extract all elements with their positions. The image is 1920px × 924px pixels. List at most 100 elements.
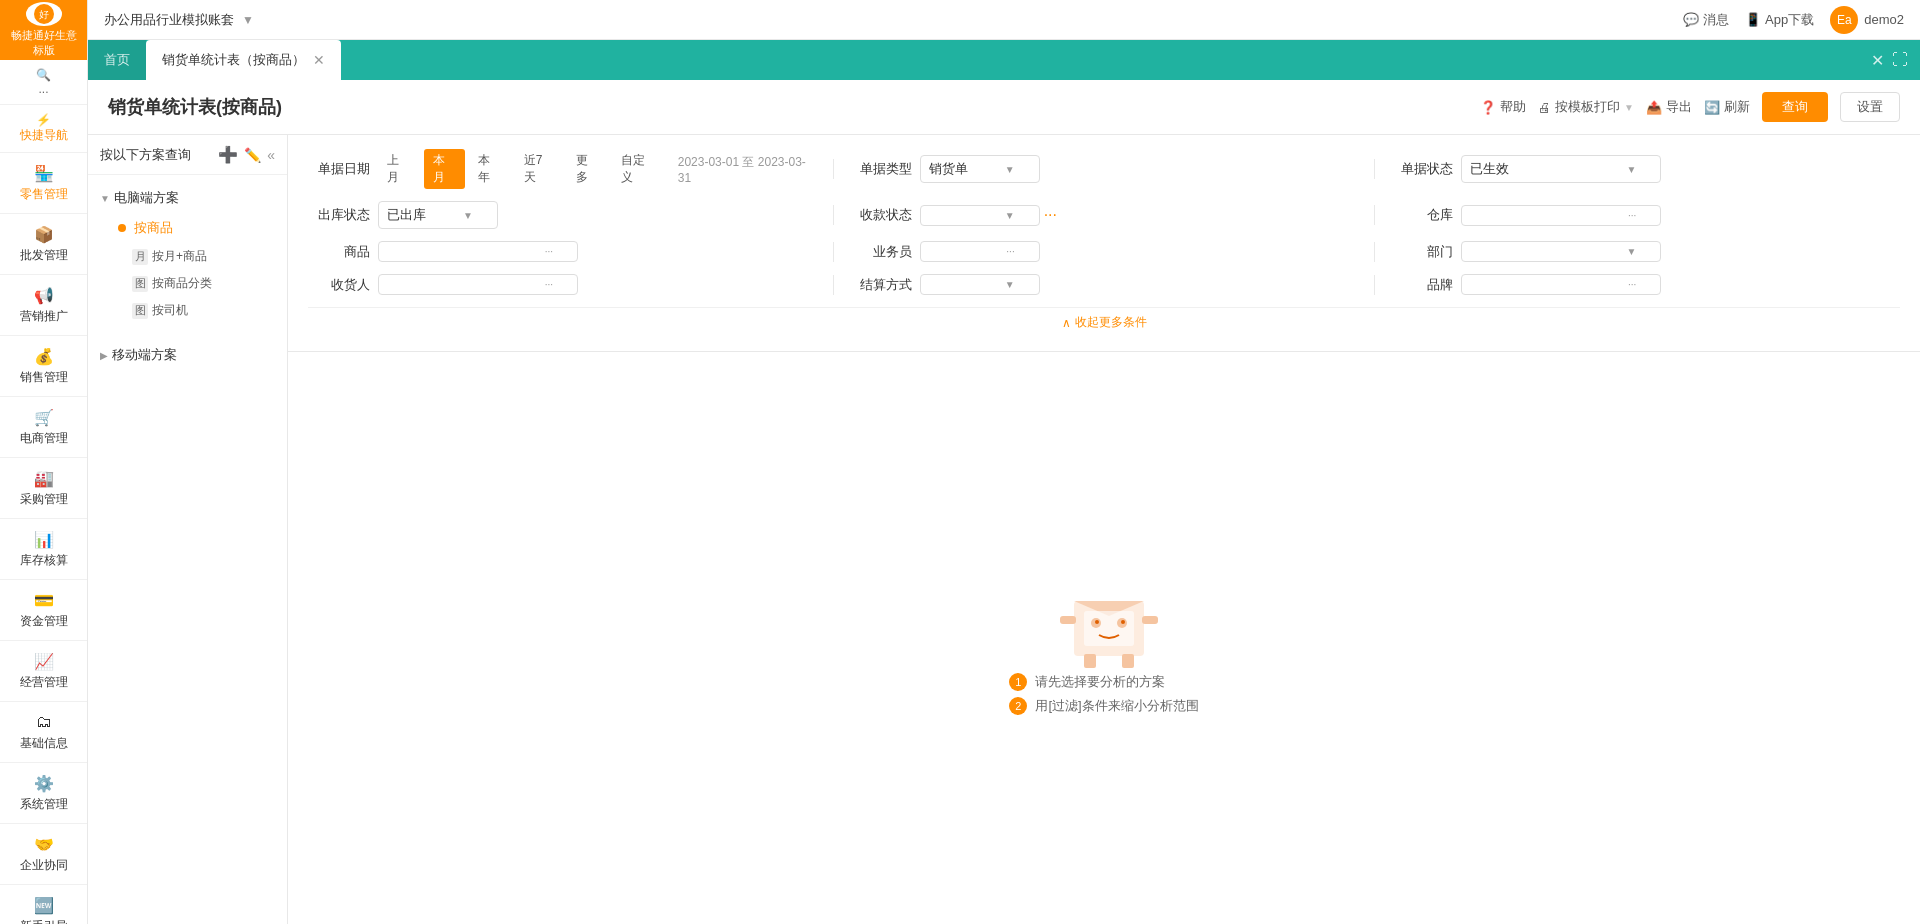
collapse-panel-icon[interactable]: « [267,147,275,163]
step-2-num: 2 [1009,697,1027,715]
sidebar-item-wholesale[interactable]: 📦 批发管理 [0,214,87,275]
docstatus-label: 单据状态 [1391,160,1461,178]
sidebar: 好 畅捷通好生意 标版 🔍 ... ⚡ 快捷导航 🏪 零售管理 📦 批发管理 📢… [0,0,88,924]
filter-settle-group: 结算方式 ▼ [850,274,1359,295]
message-button[interactable]: 💬 消息 [1683,11,1729,29]
chevron-down-icon: ▼ [242,13,254,27]
tree-parent-mobile[interactable]: ▶ 移动端方案 [88,340,287,370]
empty-step-1: 1 请先选择要分析的方案 [1009,673,1198,691]
wholesale-label: 批发管理 [20,247,68,264]
doctype-label: 单据类型 [850,160,920,178]
tree-child-byproduct[interactable]: 按商品 [88,213,287,243]
filter-doctype-group: 单据类型 销货单 ▼ [850,155,1359,183]
tab-home[interactable]: 首页 [88,40,146,80]
sidebar-item-cooperation[interactable]: 🤝 企业协同 [0,824,87,885]
newuser-label: 新手引导 [20,918,68,924]
tree-parent-desktop[interactable]: ▼ 电脑端方案 [88,183,287,213]
app-download-button[interactable]: 📱 App下载 [1745,11,1814,29]
product-label: 商品 [308,243,378,261]
tab-expand-icon[interactable]: ⛶ [1892,51,1908,69]
add-scheme-icon[interactable]: ➕ [218,145,238,164]
marketing-icon: 📢 [34,285,54,305]
tab-bar-actions: ✕ ⛶ [1871,51,1920,70]
filter-divider-7 [833,275,834,295]
filter-divider-1 [833,159,834,179]
sidebar-item-search[interactable]: 🔍 ... [0,60,87,105]
page-header: 销货单统计表(按商品) ❓ 帮助 🖨 按模板打印 ▼ 📤 导出 🔄 刷新 [88,80,1920,135]
payment-dots-icon[interactable]: ··· [1044,206,1057,224]
sidebar-item-marketing[interactable]: 📢 营销推广 [0,275,87,336]
brand-select[interactable]: ··· [1461,274,1661,295]
help-icon: ❓ [1480,100,1496,115]
query-button[interactable]: 查询 [1762,92,1828,122]
sidebar-item-finance[interactable]: 💳 资金管理 [0,580,87,641]
date-tab-thisyear[interactable]: 本年 [469,149,511,189]
dept-select[interactable]: ▼ [1461,241,1661,262]
home-label: 首页 [104,51,130,69]
logo-icon: 好 [26,2,62,26]
date-tab-7days[interactable]: 近7天 [515,149,563,189]
sidebar-item-system[interactable]: ⚙️ 系统管理 [0,763,87,824]
receiver-select[interactable]: ··· [378,274,578,295]
salesman-select[interactable]: ··· [920,241,1040,262]
export-button[interactable]: 📤 导出 [1646,98,1692,116]
doctype-select[interactable]: 销货单 ▼ [920,155,1040,183]
print-button[interactable]: 🖨 按模板打印 ▼ [1538,98,1634,116]
tab-sales-report[interactable]: 销货单统计表（按商品） ✕ [146,40,341,80]
quicknav-icon: ⚡ [5,113,82,127]
settle-control: ▼ [920,274,1359,295]
docstatus-select[interactable]: 已生效 ▼ [1461,155,1661,183]
outstock-select[interactable]: 已出库 ▼ [378,201,498,229]
cooperation-label: 企业协同 [20,857,68,874]
sidebar-item-basics[interactable]: 🗂 基础信息 [0,702,87,763]
help-label: 帮助 [1500,98,1526,116]
user-info[interactable]: Ea demo2 [1830,6,1904,34]
sidebar-item-sales[interactable]: 💰 销售管理 [0,336,87,397]
tab-minimize-icon[interactable]: ✕ [1871,51,1884,70]
sidebar-item-purchase[interactable]: 🏭 采购管理 [0,458,87,519]
tree-sub-driver[interactable]: 图 按司机 [88,297,287,324]
date-tab-custom[interactable]: 自定义 [612,149,665,189]
purchase-icon: 🏭 [34,468,54,488]
product-select[interactable]: ··· [378,241,578,262]
logo-text: 畅捷通好生意 [11,28,77,43]
svg-text:好: 好 [39,9,49,20]
svg-rect-10 [1060,616,1076,624]
date-tab-more[interactable]: 更多 [567,149,609,189]
refresh-button[interactable]: 🔄 刷新 [1704,98,1750,116]
sidebar-item-retail[interactable]: 🏪 零售管理 [0,153,87,214]
date-tab-lastmonth[interactable]: 上月 [378,149,420,189]
svg-rect-8 [1084,654,1096,668]
date-tab-thismonth[interactable]: 本月 [424,149,466,189]
newuser-icon: 🆕 [34,895,54,915]
sidebar-item-ecommerce[interactable]: 🛒 电商管理 [0,397,87,458]
sidebar-item-inventory[interactable]: 📊 库存核算 [0,519,87,580]
filter-docstatus-group: 单据状态 已生效 ▼ [1391,155,1900,183]
product-dots-icon: ··· [545,246,553,257]
sidebar-item-newuser[interactable]: 🆕 新手引导 [0,885,87,924]
sidebar-item-quicknav[interactable]: ⚡ 快捷导航 [0,105,87,153]
settle-select[interactable]: ▼ [920,274,1040,295]
tree-sub-category[interactable]: 图 按商品分类 [88,270,287,297]
refresh-icon: 🔄 [1704,100,1720,115]
edit-scheme-icon[interactable]: ✏️ [244,147,261,163]
finance-icon: 💳 [34,590,54,610]
filter-product-group: 商品 ··· [308,241,817,262]
collapse-filter-button[interactable]: ∧ 收起更多条件 [308,307,1900,337]
retail-icon: 🏪 [34,163,54,183]
industry-selector[interactable]: 办公用品行业模拟账套 ▼ [104,11,254,29]
payment-select[interactable]: ▼ [920,205,1040,226]
brand-dots-icon: ··· [1628,279,1636,290]
payment-label: 收款状态 [850,206,920,224]
tab-close-icon[interactable]: ✕ [313,52,325,68]
settings-button[interactable]: 设置 [1840,92,1900,122]
sales-label: 销售管理 [20,369,68,386]
tree-parent-mobile-label: 移动端方案 [112,346,177,364]
sidebar-item-operations[interactable]: 📈 经营管理 [0,641,87,702]
help-button[interactable]: ❓ 帮助 [1480,98,1526,116]
tree-sub-monthproduct[interactable]: 月 按月+商品 [88,243,287,270]
app-download-label: App下载 [1765,11,1814,29]
warehouse-select[interactable]: ··· [1461,205,1661,226]
doctype-arrow-icon: ▼ [1005,164,1015,175]
outstock-label: 出库状态 [308,206,378,224]
